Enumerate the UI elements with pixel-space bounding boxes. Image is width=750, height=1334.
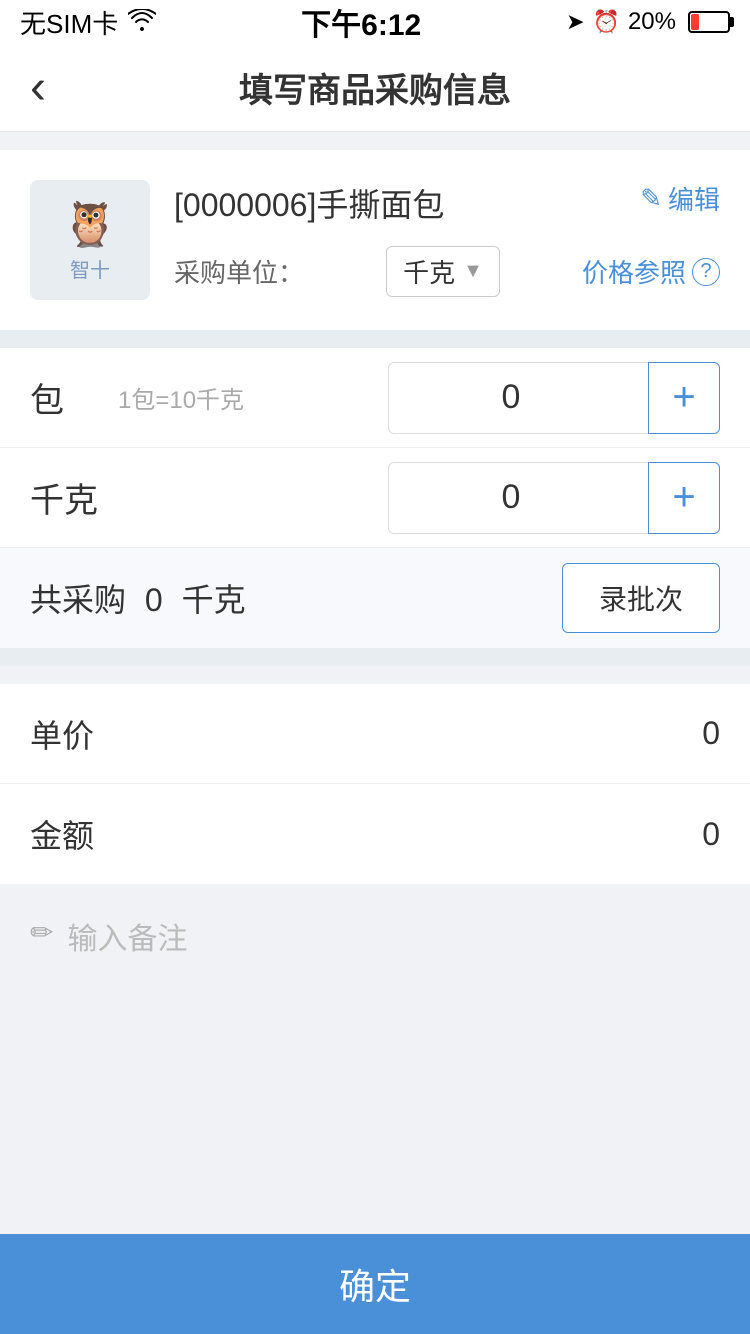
unit-price-value: 0 [702,715,720,752]
wifi-icon [128,7,156,38]
total-label: 共采购 0 千克 [30,575,246,621]
status-bar: 无SIM卡 下午6:12 ➤ ⏰ 20% [0,0,750,44]
nav-bar: ‹ 填写商品采购信息 [0,44,750,132]
kg-input-group: + [388,462,720,534]
amount-value: 0 [702,816,720,853]
product-owl-icon: 🦉 [63,198,118,250]
product-name: [0000006]手撕面包 [174,180,444,226]
product-image-subtitle: 智十 [70,254,110,283]
amount-row: 金额 0 [0,784,750,884]
status-right: ➤ ⏰ 20% [566,8,730,36]
price-section: 单价 0 金额 0 [0,684,750,884]
kg-label: 千克 [30,473,110,522]
record-batch-button[interactable]: 录批次 [562,563,720,633]
price-ref-button[interactable]: 价格参照 ? [582,253,720,290]
pencil-icon: ✏ [30,916,53,949]
purchase-unit-label: 采购单位： [174,253,304,290]
edit-icon: ✎ [640,183,662,214]
remark-placeholder: 输入备注 [67,914,187,958]
status-left: 无SIM卡 [20,4,156,41]
carrier-text: 无SIM卡 [20,4,118,41]
bao-input[interactable] [388,362,648,434]
divider-2 [0,648,750,666]
quantity-section: 包 1包=10千克 + 千克 + [0,348,750,548]
bao-input-group: + [388,362,720,434]
battery-icon [688,11,730,33]
purchase-unit-row: 采购单位： 千克 ▼ 价格参照 ? [174,246,720,297]
product-info: [0000006]手撕面包 ✎ 编辑 采购单位： 千克 ▼ 价格参照 ? [174,180,720,297]
product-header: [0000006]手撕面包 ✎ 编辑 [174,180,720,226]
unit-arrow-icon: ▼ [463,260,483,283]
kg-row: 千克 + [0,448,750,548]
alarm-icon: ⏰ [593,9,620,35]
bao-row: 包 1包=10千克 + [0,348,750,448]
back-button[interactable]: ‹ [20,54,56,122]
price-ref-help-icon: ? [692,258,720,286]
location-icon: ➤ [566,9,584,35]
unit-select[interactable]: 千克 ▼ [386,246,500,297]
bao-label: 包 [30,373,110,422]
unit-price-label: 单价 [30,711,94,757]
unit-value: 千克 [403,253,455,290]
amount-label: 金额 [30,811,94,857]
page-title: 填写商品采购信息 [239,63,511,112]
unit-price-row: 单价 0 [0,684,750,784]
kg-input[interactable] [388,462,648,534]
battery-percent: 20% [628,8,676,36]
total-value: 0 [145,582,163,618]
bao-sub-label: 1包=10千克 [118,380,244,415]
bao-plus-button[interactable]: + [648,362,720,434]
edit-button[interactable]: ✎ 编辑 [640,180,720,217]
confirm-button[interactable]: 确定 [0,1234,750,1334]
content-area: 🦉 智十 [0000006]手撕面包 ✎ 编辑 采购单位： 千克 ▼ [0,150,750,1164]
kg-plus-button[interactable]: + [648,462,720,534]
divider-1 [0,330,750,348]
product-card: 🦉 智十 [0000006]手撕面包 ✎ 编辑 采购单位： 千克 ▼ [0,150,750,330]
total-row: 共采购 0 千克 录批次 [0,548,750,648]
status-time: 下午6:12 [301,0,421,44]
product-image: 🦉 智十 [30,180,150,300]
remark-section[interactable]: ✏ 输入备注 [0,884,750,1064]
